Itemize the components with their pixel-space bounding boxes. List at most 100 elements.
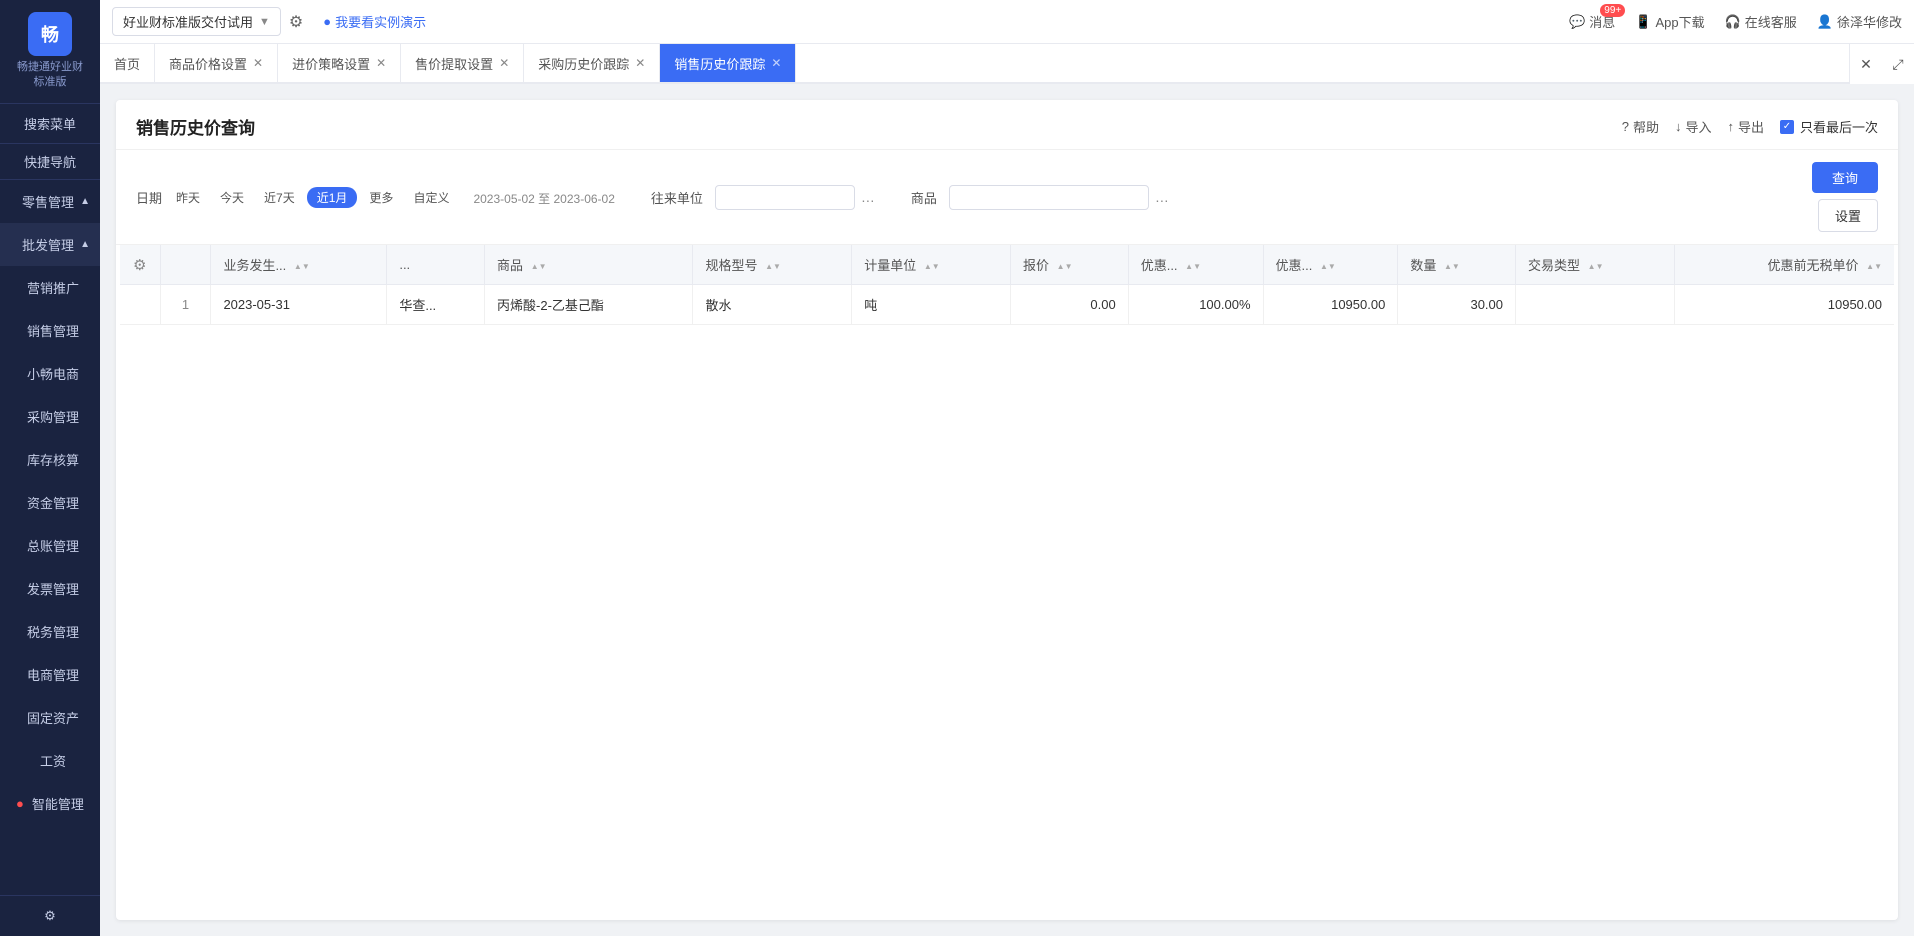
cell-discount2: 10950.00 [1263, 285, 1398, 325]
col-price[interactable]: 报价 ▲▼ [1011, 245, 1129, 285]
source-dots[interactable]: … [861, 189, 875, 205]
message-icon: 💬 [1569, 14, 1585, 30]
sidebar-item-purchase[interactable]: 采购管理 [0, 395, 100, 438]
sidebar-quick-nav[interactable]: 快捷导航 [0, 144, 100, 180]
tab-close-price[interactable]: ✕ [253, 56, 263, 70]
col-spec[interactable]: 规格型号 ▲▼ [693, 245, 852, 285]
cell-product: 丙烯酸-2-乙基己酯 [485, 285, 693, 325]
user-menu-button[interactable]: 👤 徐泽华修改 [1817, 12, 1902, 31]
sort-spec-icon: ▲▼ [765, 262, 781, 271]
sidebar-item-tax[interactable]: 税务管理 [0, 610, 100, 653]
tab-close-sales-history[interactable]: ✕ [771, 56, 781, 70]
app-download-button[interactable]: 📱 App下载 [1635, 12, 1704, 31]
table-settings-icon[interactable]: ⚙ [133, 257, 146, 274]
date-btn-custom[interactable]: 自定义 [405, 187, 457, 208]
tab-close-strategy[interactable]: ✕ [376, 56, 386, 70]
table-container: ⚙ 业务发生... ▲▼ ... 商品 [116, 245, 1898, 325]
sidebar-item-smart[interactable]: ● 智能管理 [0, 782, 100, 825]
version-selector[interactable]: 好业财标准版交付试用 ▼ [112, 7, 281, 36]
date-btn-yesterday[interactable]: 昨天 [168, 187, 208, 208]
sidebar-item-finance[interactable]: 资金管理 [0, 481, 100, 524]
product-input[interactable] [949, 185, 1149, 210]
tab-home[interactable]: 首页 [100, 44, 155, 83]
version-chevron-icon: ▼ [259, 16, 270, 28]
page-header: 销售历史价查询 ? 帮助 ↓ 导入 ↑ 导出 ✓ [116, 100, 1898, 150]
product-dots[interactable]: … [1155, 189, 1169, 205]
tab-price[interactable]: 商品价格设置 ✕ [155, 44, 278, 83]
tab-close-discount[interactable]: ✕ [499, 56, 509, 70]
tab-close-purchase-history[interactable]: ✕ [635, 56, 645, 70]
wholesale-arrow: ▲ [80, 239, 90, 250]
col-date[interactable]: 业务发生... ▲▼ [211, 245, 387, 285]
sort-product-icon: ▲▼ [531, 262, 547, 271]
checkbox-checked-icon: ✓ [1780, 120, 1794, 134]
tab-sales-history[interactable]: 销售历史价跟踪 ✕ [660, 44, 796, 83]
sidebar-item-marketing[interactable]: 营销推广 [0, 266, 100, 309]
import-icon: ↓ [1675, 119, 1682, 134]
date-filter-group: 日期 昨天 今天 近7天 近1月 更多 自定义 [136, 187, 457, 208]
cell-pretax-price: 10950.00 [1674, 285, 1894, 325]
export-button[interactable]: ↑ 导出 [1727, 117, 1764, 136]
sidebar-item-retail[interactable]: 零售管理 ▲ [0, 180, 100, 223]
date-btn-more[interactable]: 更多 [361, 187, 401, 208]
settings-button[interactable]: 设置 [1818, 199, 1878, 232]
col-discount2[interactable]: 优惠... ▲▼ [1263, 245, 1398, 285]
maximize-panel-button[interactable]: ⤢ [1882, 44, 1914, 84]
col-pretax-price[interactable]: 优惠前无税单价 ▲▼ [1674, 245, 1894, 285]
product-filter-group: 商品 … [911, 185, 1169, 210]
sidebar-item-invoice[interactable]: 发票管理 [0, 567, 100, 610]
query-button[interactable]: 查询 [1812, 162, 1878, 193]
source-input[interactable] [715, 185, 855, 210]
date-btn-last1m[interactable]: 近1月 [307, 187, 358, 208]
sidebar-item-assets[interactable]: 固定资产 [0, 696, 100, 739]
sidebar-item-sales[interactable]: 销售管理 [0, 309, 100, 352]
col-more[interactable]: ... [387, 245, 485, 285]
col-discount1[interactable]: 优惠... ▲▼ [1128, 245, 1263, 285]
customer-service-button[interactable]: 🎧 在线客服 [1725, 12, 1797, 31]
help-button[interactable]: ? 帮助 [1622, 117, 1659, 136]
cell-more: 华查... [387, 285, 485, 325]
tab-strategy[interactable]: 进价策略设置 ✕ [278, 44, 401, 83]
cell-quantity: 30.00 [1398, 285, 1516, 325]
tab-purchase-history[interactable]: 采购历史价跟踪 ✕ [524, 44, 660, 83]
sidebar-item-inventory[interactable]: 库存核算 [0, 438, 100, 481]
col-product[interactable]: 商品 ▲▼ [485, 245, 693, 285]
sidebar-item-ecommerce[interactable]: 电商管理 [0, 653, 100, 696]
sort-pretax-price-icon: ▲▼ [1866, 262, 1882, 271]
main-area: 好业财标准版交付试用 ▼ ⚙ ● 我要看实例演示 💬 消息 99+ 📱 App下… [100, 0, 1914, 936]
sidebar-item-accounting[interactable]: 总账管理 [0, 524, 100, 567]
sidebar-item-payroll[interactable]: 工资 [0, 739, 100, 782]
col-quantity[interactable]: 数量 ▲▼ [1398, 245, 1516, 285]
service-icon: 🎧 [1725, 14, 1741, 30]
date-buttons: 昨天 今天 近7天 近1月 更多 自定义 [168, 187, 457, 208]
source-filter-group: 往来单位 … [651, 185, 875, 210]
filter-actions: 查询 设置 [1812, 162, 1878, 232]
data-table: ⚙ 业务发生... ▲▼ ... 商品 [120, 245, 1894, 325]
only-last-checkbox[interactable]: ✓ 只看最后一次 [1780, 117, 1878, 136]
sidebar-search[interactable]: 搜索菜单 [0, 104, 100, 144]
page-header-actions: ? 帮助 ↓ 导入 ↑ 导出 ✓ 只看最后一次 [1622, 117, 1878, 136]
sort-quantity-icon: ▲▼ [1444, 262, 1460, 271]
date-btn-last7[interactable]: 近7天 [256, 187, 303, 208]
col-trade-type[interactable]: 交易类型 ▲▼ [1516, 245, 1675, 285]
message-button[interactable]: 💬 消息 99+ [1569, 12, 1615, 31]
tab-bar-wrapper: 首页 商品价格设置 ✕ 进价策略设置 ✕ 售价提取设置 ✕ 采购历史价跟踪 ✕ … [100, 44, 1914, 84]
sort-discount2-icon: ▲▼ [1320, 262, 1336, 271]
cell-unit: 吨 [852, 285, 1011, 325]
import-button[interactable]: ↓ 导入 [1675, 117, 1712, 136]
page-panel: 销售历史价查询 ? 帮助 ↓ 导入 ↑ 导出 ✓ [116, 100, 1898, 920]
sidebar-item-wholesale[interactable]: 批发管理 ▲ [0, 223, 100, 266]
message-badge: 99+ [1600, 4, 1625, 17]
sidebar: 畅 畅捷通好业财 标准版 搜索菜单 快捷导航 零售管理 ▲ 批发管理 ▲ 营销推… [0, 0, 100, 936]
close-panel-button[interactable]: ✕ [1850, 44, 1882, 84]
sidebar-item-ecommerce-small[interactable]: 小畅电商 [0, 352, 100, 395]
col-unit[interactable]: 计量单位 ▲▼ [852, 245, 1011, 285]
demo-button[interactable]: ● 我要看实例演示 [323, 12, 426, 31]
sort-unit-icon: ▲▼ [924, 262, 940, 271]
cell-spec: 散水 [693, 285, 852, 325]
date-btn-today[interactable]: 今天 [212, 187, 252, 208]
topbar-settings-icon[interactable]: ⚙ [289, 12, 303, 32]
sidebar-settings-button[interactable]: ⚙ [0, 896, 100, 936]
retail-arrow: ▲ [80, 196, 90, 207]
tab-discount[interactable]: 售价提取设置 ✕ [401, 44, 524, 83]
